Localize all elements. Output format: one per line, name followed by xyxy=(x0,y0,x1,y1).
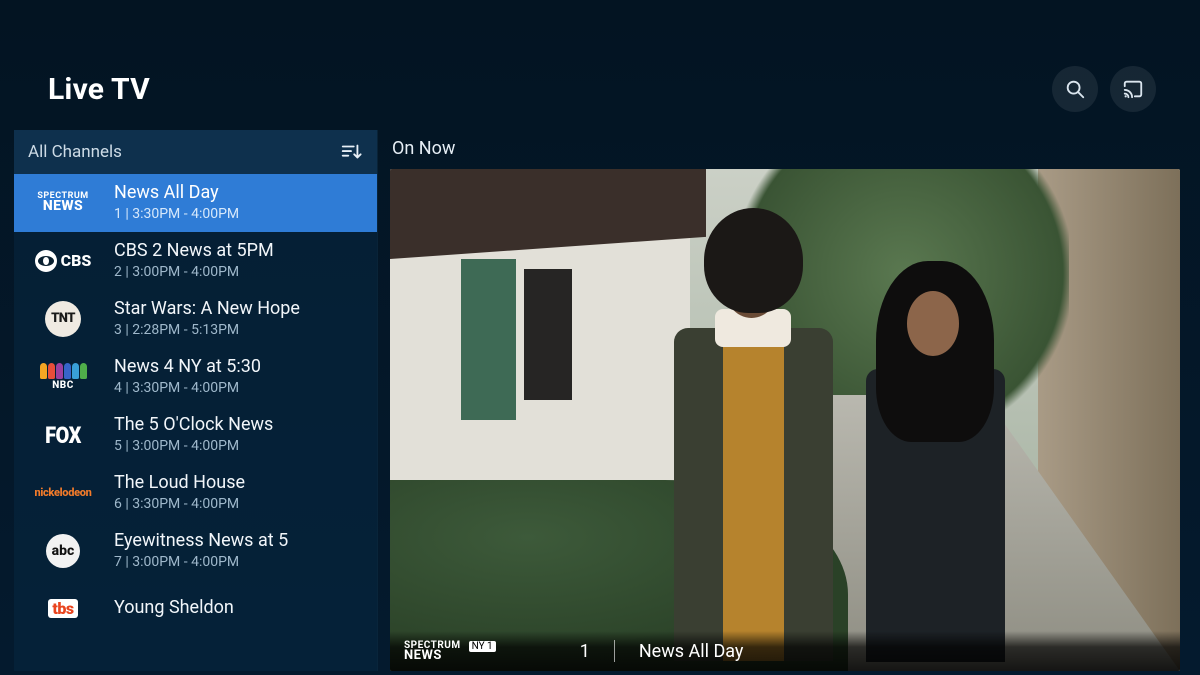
channel-meta: 4 | 3:30PM - 4:00PM xyxy=(114,380,261,396)
nbc-logo: NBC xyxy=(24,363,102,391)
channel-list: SPECTRUMNEWS News All Day 1 | 3:30PM - 4:0… xyxy=(14,174,377,671)
channel-meta: 5 | 3:00PM - 4:00PM xyxy=(114,438,273,454)
channel-meta: 6 | 3:30PM - 4:00PM xyxy=(114,496,245,512)
info-region-badge: NY 1 xyxy=(469,641,496,652)
cbs-logo: CBS xyxy=(24,250,102,272)
spectrum-news-logo: SPECTRUMNEWS xyxy=(24,192,102,213)
channel-program-title: Star Wars: A New Hope xyxy=(114,299,300,320)
channel-item[interactable]: CBS CBS 2 News at 5PM 2 | 3:00PM - 4:00PM xyxy=(14,232,377,290)
channel-item[interactable]: FOX The 5 O'Clock News 5 | 3:00PM - 4:00PM xyxy=(14,406,377,464)
info-channel-logo: SPECTRUM NEWS xyxy=(404,641,461,662)
abc-logo: abc xyxy=(24,534,102,568)
header: Live TV xyxy=(14,14,1186,130)
video-player[interactable]: SPECTRUM NEWS NY 1 1 News All Day xyxy=(390,169,1180,671)
channel-sidebar: All Channels SPECTRUMNEWS News All Day 1 |… xyxy=(14,130,378,671)
video-person-left xyxy=(659,194,849,671)
on-now-label: On Now xyxy=(390,130,1186,169)
channel-meta: 7 | 3:00PM - 4:00PM xyxy=(114,554,288,570)
filter-row[interactable]: All Channels xyxy=(14,130,377,174)
search-button[interactable] xyxy=(1052,66,1098,112)
channel-meta: 2 | 3:00PM - 4:00PM xyxy=(114,264,274,280)
channel-item[interactable]: nickelodeon The Loud House 6 | 3:30PM - 4:… xyxy=(14,464,377,522)
channel-item[interactable]: SPECTRUMNEWS News All Day 1 | 3:30PM - 4:0… xyxy=(14,174,377,232)
channel-item[interactable]: TNT Star Wars: A New Hope 3 | 2:28PM - 5:1… xyxy=(14,290,377,348)
search-icon xyxy=(1064,78,1086,100)
channel-item[interactable]: NBC News 4 NY at 5:30 4 | 3:30PM - 4:00PM xyxy=(14,348,377,406)
fox-logo: FOX xyxy=(24,423,102,447)
channel-item[interactable]: abc Eyewitness News at 5 7 | 3:00PM - 4:00… xyxy=(14,522,377,580)
channel-program-title: News All Day xyxy=(114,183,239,204)
video-info-bar: SPECTRUM NEWS NY 1 1 News All Day xyxy=(390,631,1180,671)
sort-button[interactable] xyxy=(339,140,363,164)
channel-program-title: News 4 NY at 5:30 xyxy=(114,357,261,378)
channel-program-title: Eyewitness News at 5 xyxy=(114,531,288,552)
video-person-right xyxy=(848,239,1022,671)
info-channel-number: 1 xyxy=(580,641,590,662)
channel-item[interactable]: tbs Young Sheldon xyxy=(14,580,377,638)
tnt-logo: TNT xyxy=(24,301,102,337)
sort-icon xyxy=(340,141,362,163)
header-actions xyxy=(1052,66,1156,112)
info-program-title: News All Day xyxy=(639,641,744,662)
channel-meta: 1 | 3:30PM - 4:00PM xyxy=(114,206,239,222)
cast-button[interactable] xyxy=(1110,66,1156,112)
main-panel: On Now xyxy=(378,130,1186,671)
tbs-logo: tbs xyxy=(24,599,102,618)
channel-program-title: The Loud House xyxy=(114,473,245,494)
channel-program-title: CBS 2 News at 5PM xyxy=(114,241,274,262)
nickelodeon-logo: nickelodeon xyxy=(24,486,102,499)
cast-icon xyxy=(1122,78,1144,100)
channel-program-title: Young Sheldon xyxy=(114,598,234,619)
channel-meta: 3 | 2:28PM - 5:13PM xyxy=(114,322,300,338)
info-separator xyxy=(614,640,615,662)
channel-program-title: The 5 O'Clock News xyxy=(114,415,273,436)
page-title: Live TV xyxy=(48,72,150,107)
filter-label: All Channels xyxy=(28,142,122,162)
